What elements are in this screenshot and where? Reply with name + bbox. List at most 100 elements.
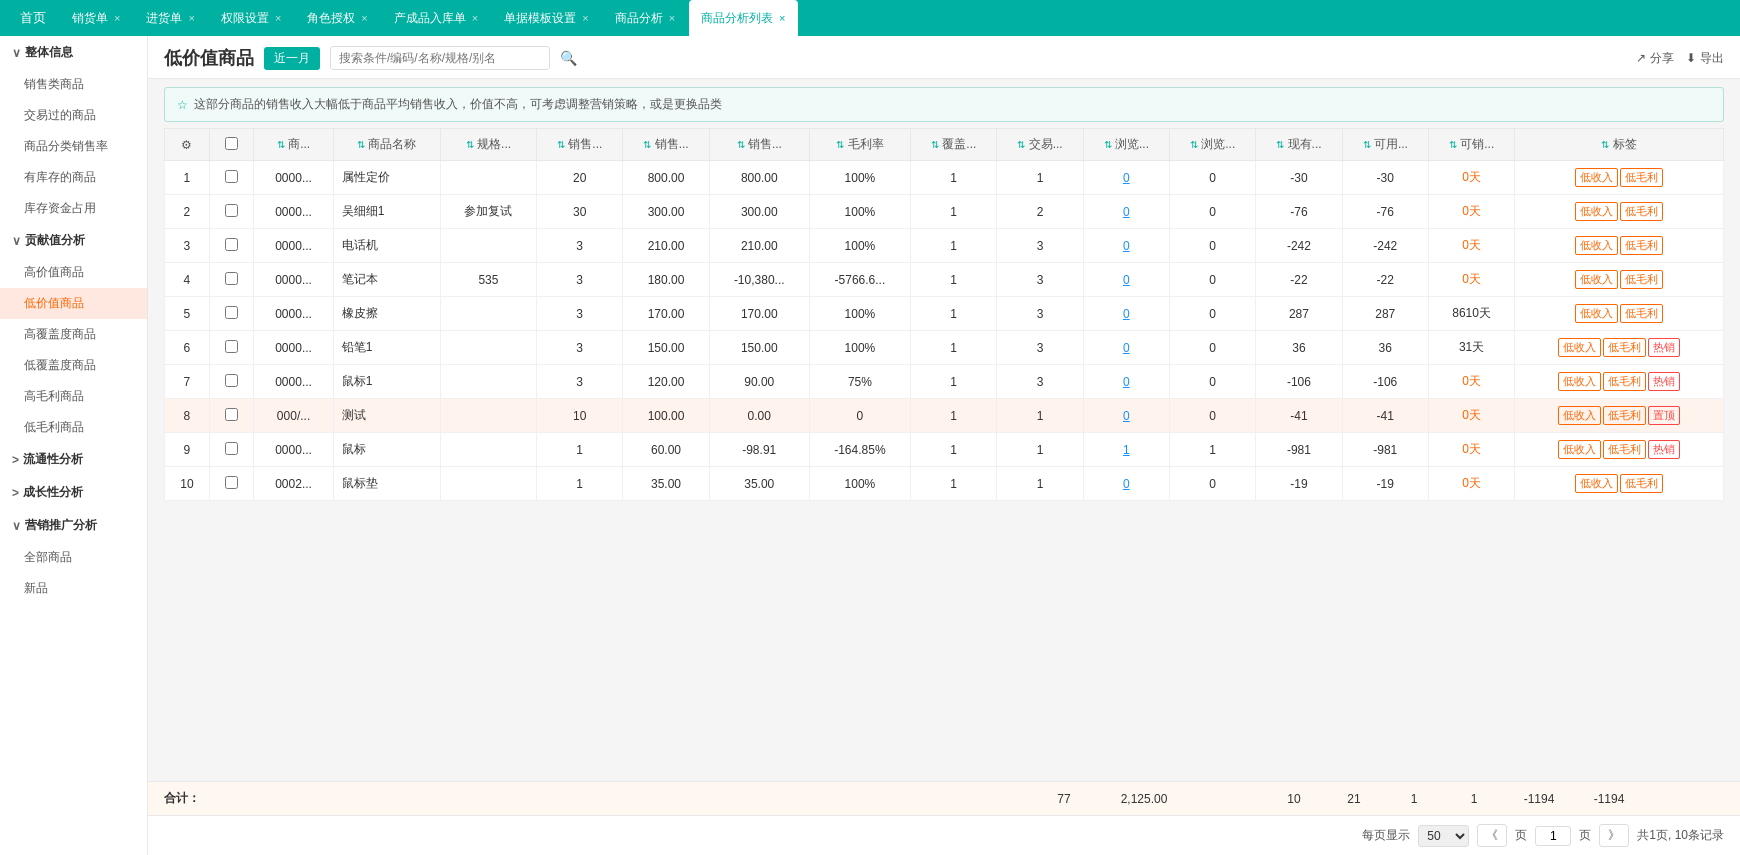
sidebar-section-liquidity[interactable]: >流通性分析 (0, 443, 147, 476)
sidebar-section-contribution[interactable]: ∨贡献值分析 (0, 224, 147, 257)
row-select-checkbox[interactable] (225, 238, 238, 251)
row-checkbox[interactable] (209, 365, 253, 399)
row-select-checkbox[interactable] (225, 272, 238, 285)
sales-price-column-header[interactable]: ⇅ 销售... (623, 129, 709, 161)
prev-page-button[interactable]: 《 (1477, 824, 1507, 847)
time-filter-button[interactable]: 近一月 (264, 47, 320, 70)
sidebar-section-overall[interactable]: ∨整体信息 (0, 36, 147, 69)
row-checkbox[interactable] (209, 195, 253, 229)
sales-qty-column-header[interactable]: ⇅ 销售... (536, 129, 622, 161)
page-jump-label: 页 (1579, 827, 1591, 844)
tag: 低毛利 (1603, 440, 1646, 459)
sidebar-section-marketing[interactable]: ∨营销推广分析 (0, 509, 147, 542)
nav-permission[interactable]: 权限设置× (209, 0, 293, 36)
row-select-checkbox[interactable] (225, 204, 238, 217)
nav-home[interactable]: 首页 (8, 0, 58, 36)
saleable-column-header[interactable]: ⇅ 可销... (1428, 129, 1514, 161)
row-checkbox[interactable] (209, 161, 253, 195)
spec-column-header[interactable]: ⇅ 规格... (440, 129, 536, 161)
search-input[interactable] (330, 46, 550, 70)
sidebar-item-category-sales[interactable]: 商品分类销售率 (0, 131, 147, 162)
row-select-checkbox[interactable] (225, 476, 238, 489)
page-size-select[interactable]: 50 20 100 (1418, 825, 1469, 847)
export-button[interactable]: ⬇ 导出 (1686, 50, 1724, 67)
row-margin: 100% (809, 195, 910, 229)
browse2-column-header[interactable]: ⇅ 浏览... (1169, 129, 1255, 161)
row-select-checkbox[interactable] (225, 170, 238, 183)
row-browse1[interactable]: 0 (1083, 161, 1169, 195)
row-browse1[interactable]: 0 (1083, 297, 1169, 331)
sidebar-item-new-products[interactable]: 新品 (0, 573, 147, 604)
sidebar-item-low-coverage[interactable]: 低覆盖度商品 (0, 350, 147, 381)
row-browse1[interactable]: 0 (1083, 331, 1169, 365)
sidebar-item-high-margin[interactable]: 高毛利商品 (0, 381, 147, 412)
row-checkbox[interactable] (209, 433, 253, 467)
nav-purchase-order[interactable]: 进货单× (134, 0, 206, 36)
nav-product-analysis[interactable]: 商品分析× (603, 0, 687, 36)
row-browse1[interactable]: 0 (1083, 263, 1169, 297)
row-browse1[interactable]: 0 (1083, 365, 1169, 399)
row-spec (440, 467, 536, 501)
row-checkbox[interactable] (209, 263, 253, 297)
page-label: 页 (1515, 827, 1527, 844)
name-column-header[interactable]: ⇅ 商品名称 (333, 129, 440, 161)
sidebar-item-stock-funds[interactable]: 库存资金占用 (0, 193, 147, 224)
sidebar-item-all-products[interactable]: 全部商品 (0, 542, 147, 573)
checkbox-column-header[interactable] (209, 129, 253, 161)
row-browse1[interactable]: 0 (1083, 195, 1169, 229)
code-column-header[interactable]: ⇅ 商... (254, 129, 333, 161)
page-number-input[interactable] (1535, 826, 1571, 846)
row-code: 0000... (254, 263, 333, 297)
row-checkbox[interactable] (209, 297, 253, 331)
search-icon[interactable]: 🔍 (560, 50, 577, 66)
select-all-checkbox[interactable] (225, 137, 238, 150)
row-browse1[interactable]: 0 (1083, 399, 1169, 433)
coverage-column-header[interactable]: ⇅ 覆盖... (910, 129, 996, 161)
row-select-checkbox[interactable] (225, 442, 238, 455)
row-trades: 3 (997, 297, 1083, 331)
tags-column-header[interactable]: ⇅ 标签 (1515, 129, 1724, 161)
browse1-column-header[interactable]: ⇅ 浏览... (1083, 129, 1169, 161)
nav-sales-order[interactable]: 销货单× (60, 0, 132, 36)
row-checkbox[interactable] (209, 467, 253, 501)
nav-template[interactable]: 单据模板设置× (492, 0, 600, 36)
row-coverage: 1 (910, 263, 996, 297)
nav-finished-goods[interactable]: 产成品入库单× (382, 0, 490, 36)
nav-product-analysis-list[interactable]: 商品分析列表× (689, 0, 797, 36)
row-coverage: 1 (910, 399, 996, 433)
row-checkbox[interactable] (209, 399, 253, 433)
sidebar-item-traded-products[interactable]: 交易过的商品 (0, 100, 147, 131)
table-wrapper[interactable]: ⚙ ⇅ 商... ⇅ 商品名称 ⇅ 规格... ⇅ 销售... ⇅ 销售... … (148, 128, 1740, 781)
row-checkbox[interactable] (209, 229, 253, 263)
row-select-checkbox[interactable] (225, 306, 238, 319)
row-select-checkbox[interactable] (225, 374, 238, 387)
current-stock-column-header[interactable]: ⇅ 现有... (1256, 129, 1342, 161)
sidebar-item-low-value[interactable]: 低价值商品 (0, 288, 147, 319)
trades-column-header[interactable]: ⇅ 交易... (997, 129, 1083, 161)
tag: 热销 (1648, 338, 1680, 357)
row-coverage: 1 (910, 161, 996, 195)
row-saleable-days: 0天 (1428, 263, 1514, 297)
row-checkbox[interactable] (209, 331, 253, 365)
nav-role-auth[interactable]: 角色授权× (295, 0, 379, 36)
settings-column-header[interactable]: ⚙ (165, 129, 210, 161)
margin-column-header[interactable]: ⇅ 毛利率 (809, 129, 910, 161)
share-button[interactable]: ↗ 分享 (1636, 50, 1674, 67)
sidebar-item-sales-products[interactable]: 销售类商品 (0, 69, 147, 100)
row-saleable-days: 0天 (1428, 365, 1514, 399)
row-browse1[interactable]: 0 (1083, 229, 1169, 263)
row-name: 属性定价 (333, 161, 440, 195)
row-select-checkbox[interactable] (225, 408, 238, 421)
row-available-stock: -242 (1342, 229, 1428, 263)
row-select-checkbox[interactable] (225, 340, 238, 353)
sidebar-section-growth[interactable]: >成长性分析 (0, 476, 147, 509)
sidebar-item-high-coverage[interactable]: 高覆盖度商品 (0, 319, 147, 350)
sales-amount-column-header[interactable]: ⇅ 销售... (709, 129, 809, 161)
available-stock-column-header[interactable]: ⇅ 可用... (1342, 129, 1428, 161)
sidebar-item-low-margin[interactable]: 低毛利商品 (0, 412, 147, 443)
sidebar-item-stock-products[interactable]: 有库存的商品 (0, 162, 147, 193)
sidebar-item-high-value[interactable]: 高价值商品 (0, 257, 147, 288)
next-page-button[interactable]: 》 (1599, 824, 1629, 847)
row-browse1[interactable]: 1 (1083, 433, 1169, 467)
row-browse1[interactable]: 0 (1083, 467, 1169, 501)
